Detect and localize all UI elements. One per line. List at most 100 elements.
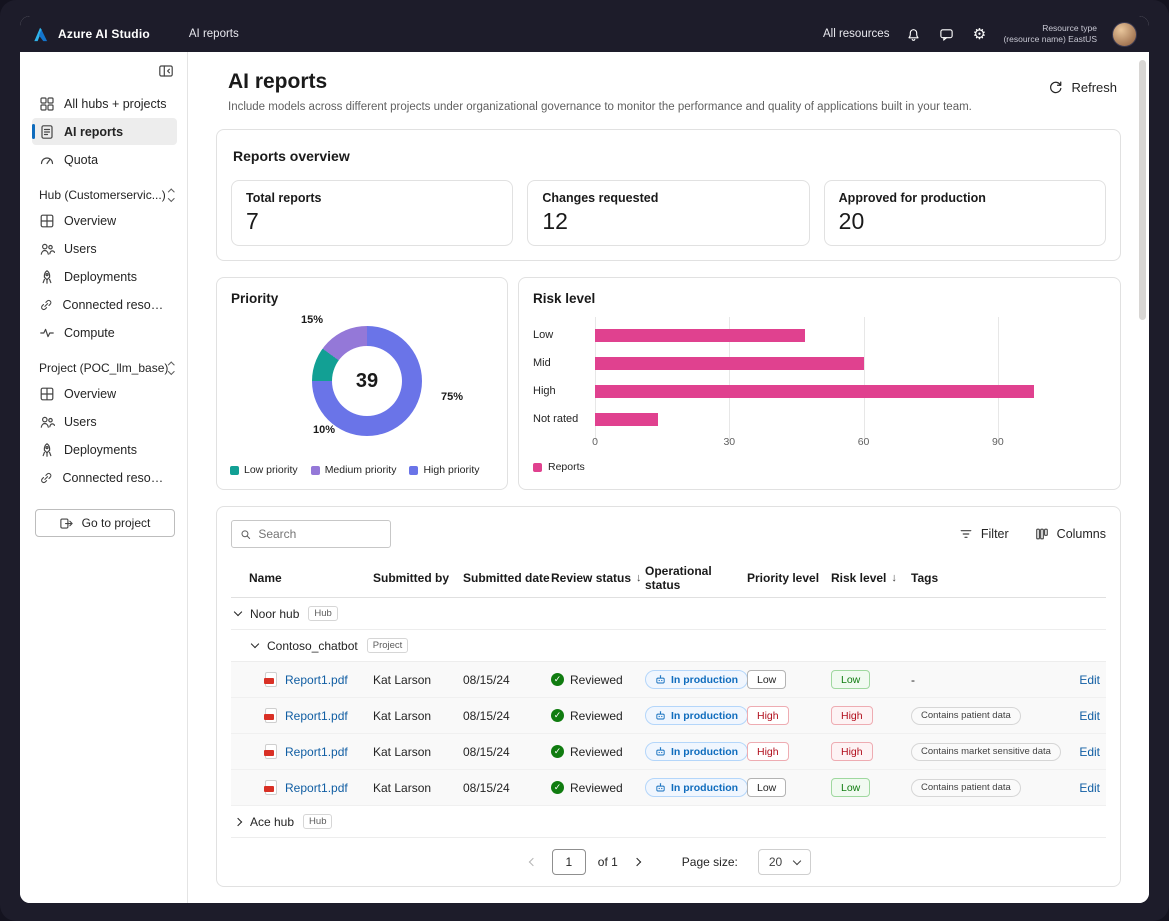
pdf-icon xyxy=(265,744,277,759)
review-status: Reviewed xyxy=(570,673,623,687)
table-row[interactable]: Report1.pdf Kat Larson 08/15/24 ✓Reviewe… xyxy=(231,662,1106,698)
sidebar-item-quota[interactable]: Quota xyxy=(32,146,177,173)
columns-icon xyxy=(1035,527,1049,541)
page-title: AI reports xyxy=(228,70,327,94)
column-header-submitted-by[interactable]: Submitted by xyxy=(373,571,463,585)
priority-badge: Low xyxy=(747,778,786,797)
search-box xyxy=(231,520,391,548)
topbar: Azure AI Studio AI reports All resources… xyxy=(20,16,1149,52)
notifications-button[interactable] xyxy=(904,25,922,43)
edit-link[interactable]: Edit xyxy=(1079,745,1100,759)
collapse-sidebar-button[interactable] xyxy=(155,60,177,82)
reviewed-check-icon: ✓ xyxy=(551,781,564,794)
page-subtitle: Include models across different projects… xyxy=(228,101,1121,113)
avatar[interactable] xyxy=(1112,22,1137,47)
next-page-button[interactable] xyxy=(630,855,644,869)
pdf-icon xyxy=(265,780,277,795)
sidebar-item-project-deployments[interactable]: Deployments xyxy=(32,436,177,463)
chevron-updown-icon[interactable] xyxy=(169,363,174,373)
report-link[interactable]: Report1.pdf xyxy=(285,781,348,795)
column-header-risk-level[interactable]: Risk level↓ xyxy=(831,571,911,585)
filter-label: Filter xyxy=(981,527,1009,541)
go-to-project-label: Go to project xyxy=(82,516,151,530)
columns-label: Columns xyxy=(1057,527,1106,541)
prev-page-button[interactable] xyxy=(526,855,540,869)
hub-badge: Hub xyxy=(303,814,332,829)
legend-item: High priority xyxy=(409,464,479,476)
production-status-badge: In production xyxy=(645,742,747,761)
risk-legend-swatch xyxy=(533,463,542,472)
edit-link[interactable]: Edit xyxy=(1079,781,1100,795)
stat-value: 7 xyxy=(246,208,498,235)
submitted-by: Kat Larson xyxy=(373,745,463,759)
column-header-priority-level[interactable]: Priority level xyxy=(747,571,831,585)
all-resources-button[interactable]: All resources xyxy=(823,28,889,40)
users-icon xyxy=(39,414,55,430)
sidebar-item-hub-compute[interactable]: Compute xyxy=(32,319,177,346)
sidebar-item-project-connected[interactable]: Connected resources xyxy=(32,464,177,491)
production-icon xyxy=(655,782,666,793)
filter-button[interactable]: Filter xyxy=(959,527,1009,541)
review-status: Reviewed xyxy=(570,781,623,795)
table-row[interactable]: Report1.pdf Kat Larson 08/15/24 ✓Reviewe… xyxy=(231,734,1106,770)
rocket-icon xyxy=(39,442,55,458)
edit-link[interactable]: Edit xyxy=(1079,673,1100,687)
report-link[interactable]: Report1.pdf xyxy=(285,709,348,723)
go-to-project-button[interactable]: Go to project xyxy=(35,509,175,537)
page-size-select[interactable]: 20 xyxy=(758,849,811,875)
sidebar-item-hub-users[interactable]: Users xyxy=(32,235,177,262)
chevron-down-icon xyxy=(234,608,242,616)
report-link[interactable]: Report1.pdf xyxy=(285,673,348,687)
search-input[interactable] xyxy=(258,527,382,541)
risk-category-label: Mid xyxy=(533,357,595,369)
reviewed-check-icon: ✓ xyxy=(551,709,564,722)
sidebar-item-project-overview[interactable]: Overview xyxy=(32,380,177,407)
risk-chart-card: Risk level LowMidHighNot rated 0306090 R… xyxy=(518,277,1121,490)
filter-icon xyxy=(959,527,973,541)
group-row-contoso-chatbot[interactable]: Contoso_chatbot Project xyxy=(231,630,1106,662)
column-header-operational-status[interactable]: Operational status xyxy=(645,564,747,592)
reports-overview-card: Reports overview Total reports 7 Changes… xyxy=(216,129,1121,261)
legend-label: Medium priority xyxy=(325,464,397,476)
edit-link[interactable]: Edit xyxy=(1079,709,1100,723)
link-icon xyxy=(39,470,53,486)
legend-swatch xyxy=(409,466,418,475)
group-label: Contoso_chatbot xyxy=(267,639,358,653)
column-header-tags[interactable]: Tags xyxy=(911,571,1062,585)
feedback-button[interactable] xyxy=(937,25,955,43)
risk-bar xyxy=(595,413,658,426)
sidebar-item-all-hubs[interactable]: All hubs + projects xyxy=(32,90,177,117)
page-number-input[interactable]: 1 xyxy=(552,849,586,875)
column-header-review-status[interactable]: Review status↓ xyxy=(551,571,645,585)
chevron-updown-icon[interactable] xyxy=(169,190,174,200)
table-row[interactable]: Report1.pdf Kat Larson 08/15/24 ✓Reviewe… xyxy=(231,698,1106,734)
reports-table-card: Filter Columns Name Submitted by Submitt xyxy=(216,506,1121,887)
table-row[interactable]: Report1.pdf Kat Larson 08/15/24 ✓Reviewe… xyxy=(231,770,1106,806)
column-header-name[interactable]: Name xyxy=(231,571,373,585)
group-row-noor-hub[interactable]: Noor hub Hub xyxy=(231,598,1106,630)
column-header-submitted-date[interactable]: Submitted date xyxy=(463,571,551,585)
sidebar-item-hub-deployments[interactable]: Deployments xyxy=(32,263,177,290)
sidebar-item-hub-connected[interactable]: Connected resources xyxy=(32,291,177,318)
priority-badge: Low xyxy=(747,670,786,689)
settings-button[interactable]: ⚙ xyxy=(970,25,988,43)
scrollbar-thumb[interactable] xyxy=(1139,60,1146,320)
sidebar-item-ai-reports[interactable]: AI reports xyxy=(32,118,177,145)
legend-swatch xyxy=(311,466,320,475)
sidebar-item-hub-overview[interactable]: Overview xyxy=(32,207,177,234)
sort-descending-icon: ↓ xyxy=(636,572,642,584)
pulse-icon xyxy=(39,325,55,341)
report-link[interactable]: Report1.pdf xyxy=(285,745,348,759)
group-row-ace-hub[interactable]: Ace hub Hub xyxy=(231,806,1106,838)
risk-legend: Reports xyxy=(533,461,1106,473)
sidebar-item-project-users[interactable]: Users xyxy=(32,408,177,435)
main-content: AI reports Refresh Include models across… xyxy=(188,52,1149,903)
pdf-icon xyxy=(265,708,277,723)
production-icon xyxy=(655,746,666,757)
search-icon xyxy=(240,528,251,541)
refresh-button[interactable]: Refresh xyxy=(1048,80,1117,95)
columns-button[interactable]: Columns xyxy=(1035,527,1106,541)
sidebar-item-label: Deployments xyxy=(64,270,137,284)
reviewed-check-icon: ✓ xyxy=(551,673,564,686)
section-label: Hub (Customerservic...) xyxy=(39,188,166,202)
